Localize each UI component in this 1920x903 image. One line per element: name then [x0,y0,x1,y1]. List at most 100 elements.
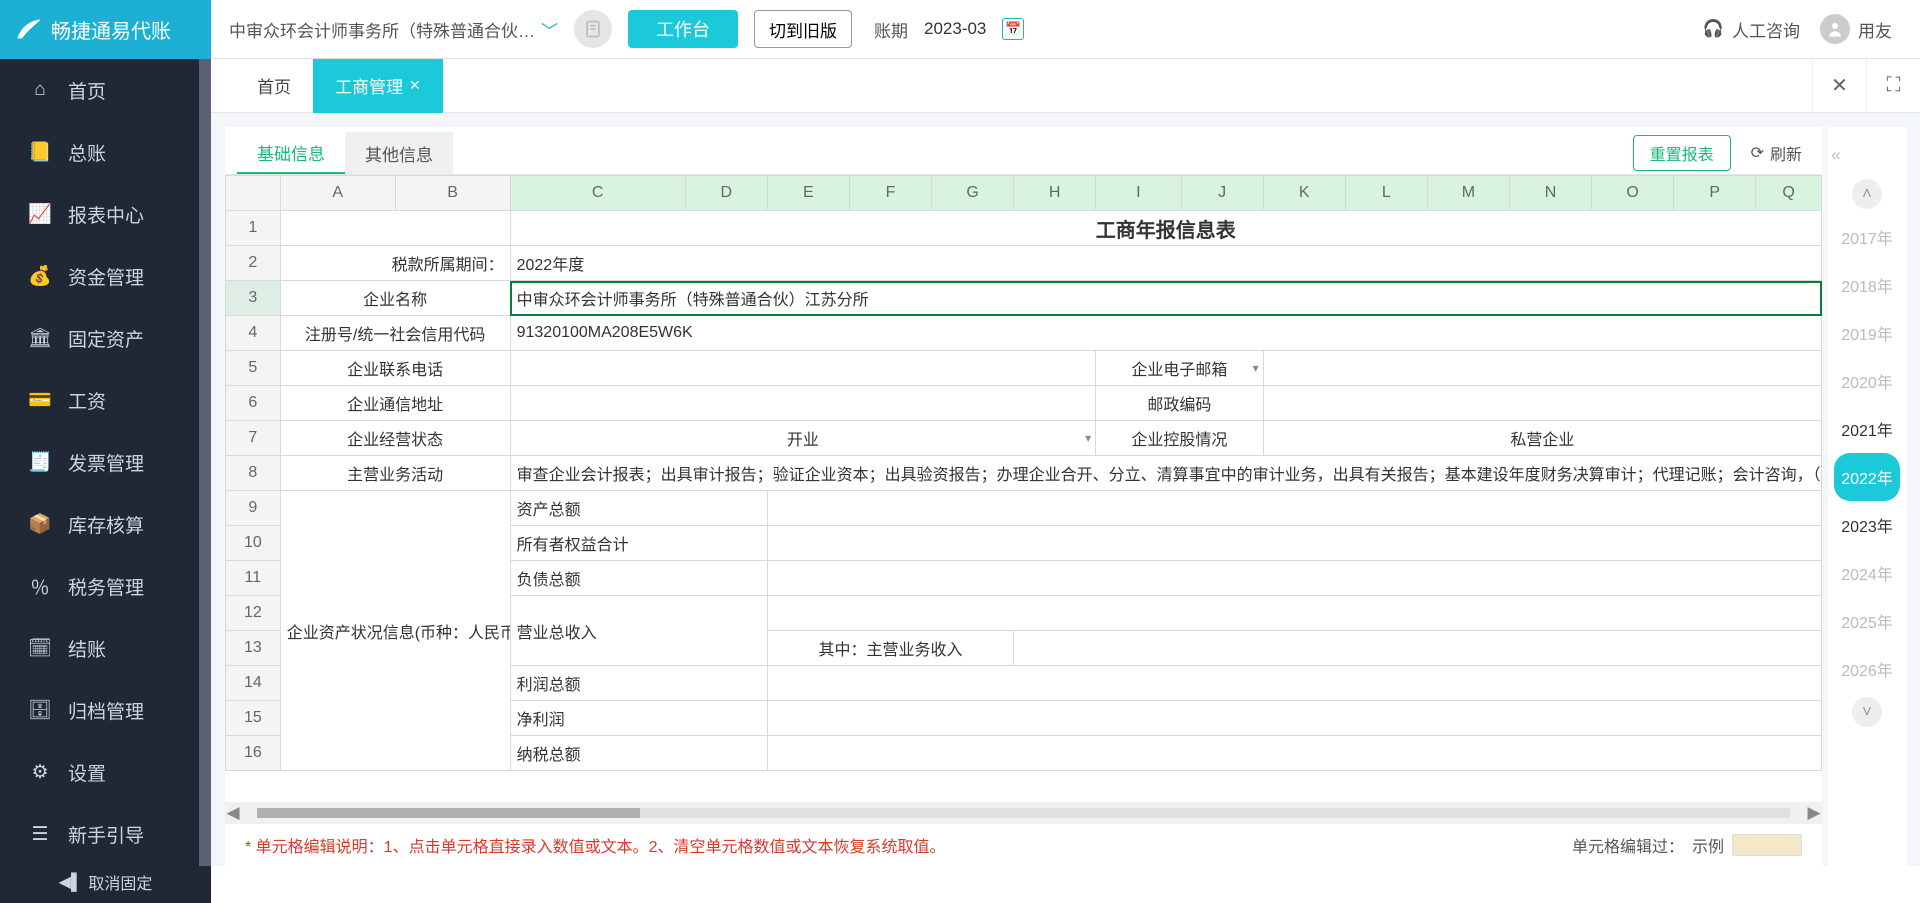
cell[interactable] [767,491,1821,526]
sidebar-item-12[interactable]: ☰新手引导 [0,803,211,865]
cell[interactable]: 企业名称 [280,281,510,316]
old-version-button[interactable]: 切到旧版 [754,10,852,48]
col-header[interactable] [226,176,281,211]
col-header[interactable]: P [1674,176,1756,211]
col-header[interactable]: B [395,176,510,211]
sidebar-item-5[interactable]: 💳工资 [0,369,211,431]
row-header[interactable]: 13 [226,631,281,666]
col-header[interactable]: I [1096,176,1181,211]
cell[interactable] [280,211,510,246]
rail-collapse-icon[interactable]: « [1826,135,1846,175]
col-header[interactable]: J [1181,176,1263,211]
workbench-button[interactable]: 工作台 [628,10,738,48]
unpin-button[interactable]: ◀▌ 取消固定 [0,865,211,903]
cell[interactable]: 邮政编码 [1096,386,1263,421]
cell[interactable]: 所有者权益合计 [510,526,767,561]
period-value[interactable]: 2023-03 [924,19,986,39]
col-header[interactable]: K [1263,176,1345,211]
sidebar-item-3[interactable]: 💰资金管理 [0,245,211,307]
cell[interactable]: 主营业务活动 [280,456,510,491]
row-header[interactable]: 3 [226,281,281,316]
row-header[interactable]: 8 [226,456,281,491]
year-down-button[interactable]: ˅ [1852,697,1882,727]
year-2023年[interactable]: 2023年 [1828,501,1906,549]
row-header[interactable]: 7 [226,421,281,456]
col-header[interactable]: Q [1756,176,1822,211]
sidebar-item-2[interactable]: 📈报表中心 [0,183,211,245]
row-header[interactable]: 2 [226,246,281,281]
user-menu[interactable]: 用友 [1820,14,1892,44]
col-header[interactable]: E [767,176,849,211]
row-header[interactable]: 4 [226,316,281,351]
sidebar-item-6[interactable]: 🧾发票管理 [0,431,211,493]
row-header[interactable]: 11 [226,561,281,596]
col-header[interactable]: D [685,176,767,211]
col-header[interactable]: G [932,176,1014,211]
org-selector[interactable]: 中审众环会计师事务所（特殊普通合伙… ﹀ [229,17,558,42]
col-header[interactable]: O [1592,176,1674,211]
col-header[interactable]: F [849,176,931,211]
col-header[interactable]: M [1427,176,1509,211]
cell[interactable]: 91320100MA208E5W6K [510,316,1821,351]
row-header[interactable]: 12 [226,596,281,631]
tab-0[interactable]: 首页 [235,59,313,113]
cell[interactable]: 企业控股情况 [1096,421,1263,456]
sidebar-item-7[interactable]: 📦库存核算 [0,493,211,555]
consult-button[interactable]: 🎧 人工咨询 [1703,17,1800,42]
close-tab-button[interactable]: ✕ [1812,59,1866,113]
col-header[interactable]: L [1345,176,1427,211]
cell[interactable]: 企业通信地址 [280,386,510,421]
cell[interactable] [767,596,1821,631]
sidebar-item-0[interactable]: ⌂首页 [0,59,211,121]
cell[interactable]: 中审众环会计师事务所（特殊普通合伙）江苏分所 [510,281,1821,316]
cell[interactable] [767,701,1821,736]
fullscreen-button[interactable]: ⛶ [1866,59,1920,113]
year-2021年[interactable]: 2021年 [1828,405,1906,453]
row-header[interactable]: 6 [226,386,281,421]
cell[interactable]: 负债总额 [510,561,767,596]
cell[interactable] [767,666,1821,701]
cell[interactable]: 企业联系电话 [280,351,510,386]
cell[interactable]: 其中：主营业务收入 [767,631,1013,666]
scroll-left-icon[interactable]: ◀ [225,803,241,823]
year-2026年[interactable]: 2026年 [1828,645,1906,693]
year-2019年[interactable]: 2019年 [1828,309,1906,357]
cell[interactable] [767,561,1821,596]
row-header[interactable]: 1 [226,211,281,246]
sidebar-item-11[interactable]: ⚙设置 [0,741,211,803]
cell[interactable]: 净利润 [510,701,767,736]
reset-report-button[interactable]: 重置报表 [1633,135,1731,171]
cell[interactable] [1263,386,1821,421]
cell[interactable]: 企业经营状态 [280,421,510,456]
cell[interactable]: 私营企业 [1263,421,1821,456]
cell[interactable] [767,736,1821,771]
sidebar-scrollbar[interactable] [199,59,211,866]
cell[interactable] [1263,351,1821,386]
col-header[interactable]: N [1509,176,1591,211]
col-header[interactable]: A [280,176,395,211]
row-header[interactable]: 14 [226,666,281,701]
document-icon[interactable] [574,10,612,48]
refresh-button[interactable]: ⟳ 刷新 [1751,141,1802,165]
sidebar-item-10[interactable]: 🗄归档管理 [0,679,211,741]
tab-close-icon[interactable]: ✕ [409,77,421,94]
cell[interactable]: 企业资产状况信息(币种：人民币万元) [280,491,510,771]
year-2022年[interactable]: 2022年 [1834,453,1900,501]
cell[interactable]: 开业 [510,421,1096,456]
cell[interactable] [510,386,1096,421]
sidebar-item-4[interactable]: 🏛固定资产 [0,307,211,369]
subtab-0[interactable]: 基础信息 [237,132,345,174]
scroll-right-icon[interactable]: ▶ [1806,803,1822,823]
cell[interactable]: 工商年报信息表 [510,211,1821,246]
cell[interactable] [767,526,1821,561]
cell[interactable] [510,351,1096,386]
year-2017年[interactable]: 2017年 [1828,213,1906,261]
row-header[interactable]: 5 [226,351,281,386]
spreadsheet[interactable]: ABCDEFGHIJKLMNOPQ 1工商年报信息表2税款所属期间：2022年度… [225,175,1822,802]
sidebar-item-1[interactable]: 📒总账 [0,121,211,183]
cell[interactable]: 纳税总额 [510,736,767,771]
row-header[interactable]: 9 [226,491,281,526]
year-2024年[interactable]: 2024年 [1828,549,1906,597]
row-header[interactable]: 16 [226,736,281,771]
row-header[interactable]: 15 [226,701,281,736]
